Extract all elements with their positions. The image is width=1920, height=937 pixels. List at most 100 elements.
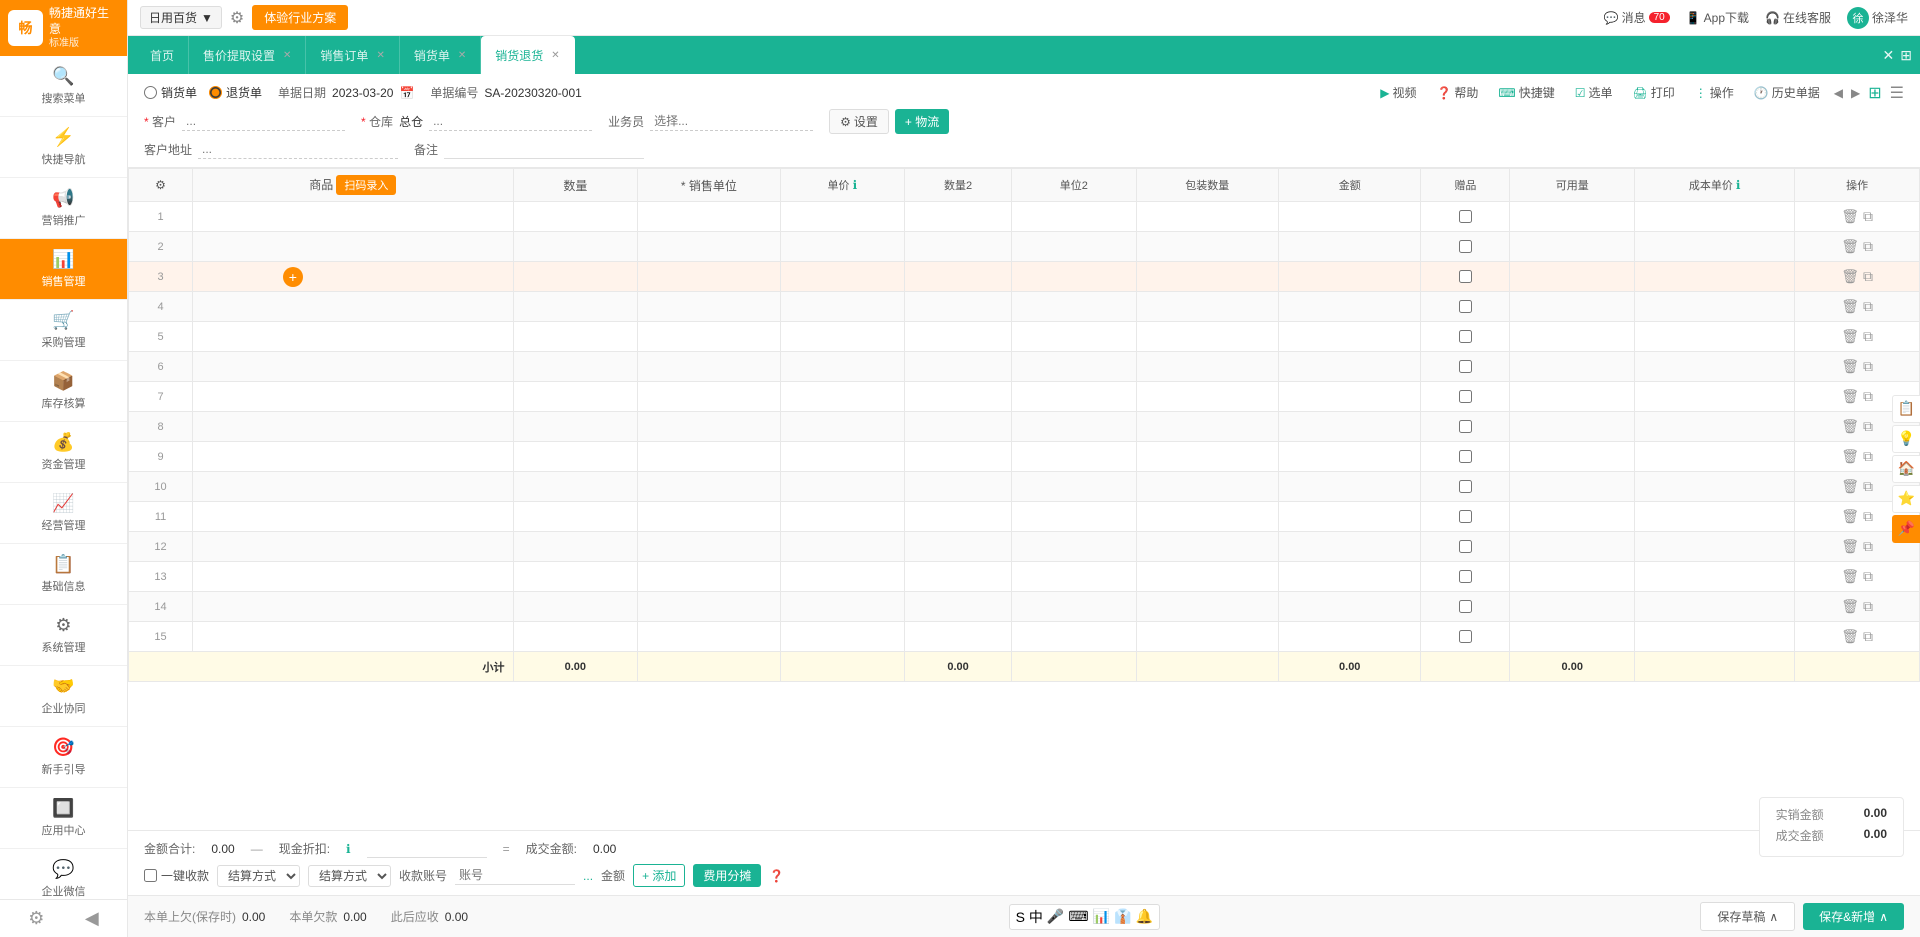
gift-cell[interactable] <box>1421 382 1510 412</box>
available-cell[interactable] <box>1510 622 1635 652</box>
price-cell[interactable] <box>780 442 905 472</box>
qty-cell[interactable] <box>513 562 638 592</box>
tab-close-4[interactable]: ✕ <box>551 50 559 61</box>
qty2-cell[interactable] <box>905 202 1012 232</box>
qty-cell[interactable] <box>513 592 638 622</box>
sidebar-item-apps[interactable]: 🔲应用中心 <box>0 788 127 849</box>
remark-input[interactable] <box>444 140 644 159</box>
expand-tabs-icon[interactable]: ⊞ <box>1900 47 1912 64</box>
customer-input[interactable] <box>182 112 345 131</box>
gift-cell[interactable] <box>1421 352 1510 382</box>
available-cell[interactable] <box>1510 352 1635 382</box>
available-cell[interactable] <box>1510 382 1635 412</box>
float-btn-5[interactable]: 📌 <box>1892 515 1920 543</box>
tab-4[interactable]: 销货退货✕ <box>481 36 574 74</box>
gift-cell[interactable] <box>1421 502 1510 532</box>
radio-return[interactable]: 退货单 <box>209 84 262 101</box>
sidebar-item-wechat[interactable]: 💬企业微信 <box>0 849 127 899</box>
qty2-cell[interactable] <box>905 382 1012 412</box>
delete-row-icon[interactable]: 🗑 <box>1841 538 1859 555</box>
gift-cell[interactable] <box>1421 532 1510 562</box>
delete-row-icon[interactable]: 🗑 <box>1841 628 1859 645</box>
available-cell[interactable] <box>1510 502 1635 532</box>
gift-checkbox[interactable] <box>1459 360 1472 373</box>
sidebar-item-enterprise[interactable]: 🤝企业协同 <box>0 666 127 727</box>
copy-row-icon[interactable]: ⧉ <box>1863 238 1873 255</box>
bank-more-icon[interactable]: ... <box>583 869 593 883</box>
pack-cell[interactable] <box>1136 262 1278 292</box>
sidebar-item-basic[interactable]: 📋基础信息 <box>0 544 127 605</box>
nav-next-icon[interactable]: ▶ <box>1851 86 1860 100</box>
qty2-cell[interactable] <box>905 232 1012 262</box>
unit2-cell[interactable] <box>1011 202 1136 232</box>
radio-sale[interactable]: 销货单 <box>144 84 197 101</box>
price-cell[interactable] <box>780 532 905 562</box>
gift-checkbox[interactable] <box>1459 270 1472 283</box>
gift-checkbox[interactable] <box>1459 600 1472 613</box>
copy-row-icon[interactable]: ⧉ <box>1863 448 1873 465</box>
sidebar-item-search[interactable]: 🔍搜索菜单 <box>0 56 127 117</box>
amount-cell[interactable] <box>1279 592 1421 622</box>
cost-cell[interactable] <box>1635 592 1795 622</box>
float-btn-4[interactable]: ⭐ <box>1892 485 1920 513</box>
gift-cell[interactable] <box>1421 232 1510 262</box>
available-cell[interactable] <box>1510 412 1635 442</box>
unit2-cell[interactable] <box>1011 412 1136 442</box>
pack-cell[interactable] <box>1136 232 1278 262</box>
expense-help-icon[interactable]: ❓ <box>769 869 784 883</box>
tab-close-3[interactable]: ✕ <box>458 50 466 61</box>
module-select[interactable]: 日用百货 ▼ <box>140 6 222 29</box>
gift-checkbox[interactable] <box>1459 390 1472 403</box>
pack-cell[interactable] <box>1136 562 1278 592</box>
unit-cell[interactable] <box>638 562 780 592</box>
unit-cell[interactable] <box>638 262 780 292</box>
qty-cell[interactable] <box>513 472 638 502</box>
cost-cell[interactable] <box>1635 382 1795 412</box>
gift-checkbox[interactable] <box>1459 450 1472 463</box>
pack-cell[interactable] <box>1136 382 1278 412</box>
product-cell[interactable] <box>193 502 513 532</box>
cost-cell[interactable] <box>1635 232 1795 262</box>
task-icon-1[interactable]: S <box>1016 909 1025 925</box>
unit-cell[interactable] <box>638 532 780 562</box>
one-pay-checkbox[interactable]: 一键收款 <box>144 867 209 884</box>
qty2-cell[interactable] <box>905 502 1012 532</box>
price-cell[interactable] <box>780 322 905 352</box>
pack-cell[interactable] <box>1136 352 1278 382</box>
unit-cell[interactable] <box>638 292 780 322</box>
cost-cell[interactable] <box>1635 442 1795 472</box>
user-area[interactable]: 徐 徐泽华 <box>1847 7 1908 29</box>
discount-input[interactable] <box>367 839 487 858</box>
product-cell[interactable] <box>193 202 513 232</box>
delete-row-icon[interactable]: 🗑 <box>1841 598 1859 615</box>
gift-checkbox[interactable] <box>1459 540 1472 553</box>
price-cell[interactable] <box>780 292 905 322</box>
unit-cell[interactable] <box>638 622 780 652</box>
qty2-cell[interactable] <box>905 472 1012 502</box>
tab-close-1[interactable]: ✕ <box>283 50 291 61</box>
qty-cell[interactable] <box>513 532 638 562</box>
amount-cell[interactable] <box>1279 352 1421 382</box>
available-cell[interactable] <box>1510 472 1635 502</box>
tab-0[interactable]: 首页 <box>136 36 189 74</box>
pack-cell[interactable] <box>1136 472 1278 502</box>
float-btn-1[interactable]: 📋 <box>1892 395 1920 423</box>
list-view-icon[interactable]: ☰ <box>1890 83 1904 103</box>
close-all-tabs-icon[interactable]: ✕ <box>1883 47 1895 64</box>
cost-cell[interactable] <box>1635 502 1795 532</box>
shortcut-btn[interactable]: ⌨ 快捷键 <box>1492 82 1560 103</box>
product-cell[interactable] <box>193 562 513 592</box>
online-service[interactable]: 🎧 在线客服 <box>1765 9 1831 26</box>
amount-cell[interactable] <box>1279 292 1421 322</box>
tab-3[interactable]: 销货单✕ <box>400 36 481 74</box>
cost-cell[interactable] <box>1635 202 1795 232</box>
amount-cell[interactable] <box>1279 382 1421 412</box>
qty2-cell[interactable] <box>905 442 1012 472</box>
sidebar-item-system[interactable]: ⚙系统管理 <box>0 605 127 666</box>
pack-cell[interactable] <box>1136 532 1278 562</box>
expense-btn[interactable]: 费用分摊 <box>693 864 761 887</box>
cost-info-icon[interactable]: ℹ <box>1736 178 1741 192</box>
qty-cell[interactable] <box>513 322 638 352</box>
qty-cell[interactable] <box>513 442 638 472</box>
delete-row-icon[interactable]: 🗑 <box>1841 328 1859 345</box>
